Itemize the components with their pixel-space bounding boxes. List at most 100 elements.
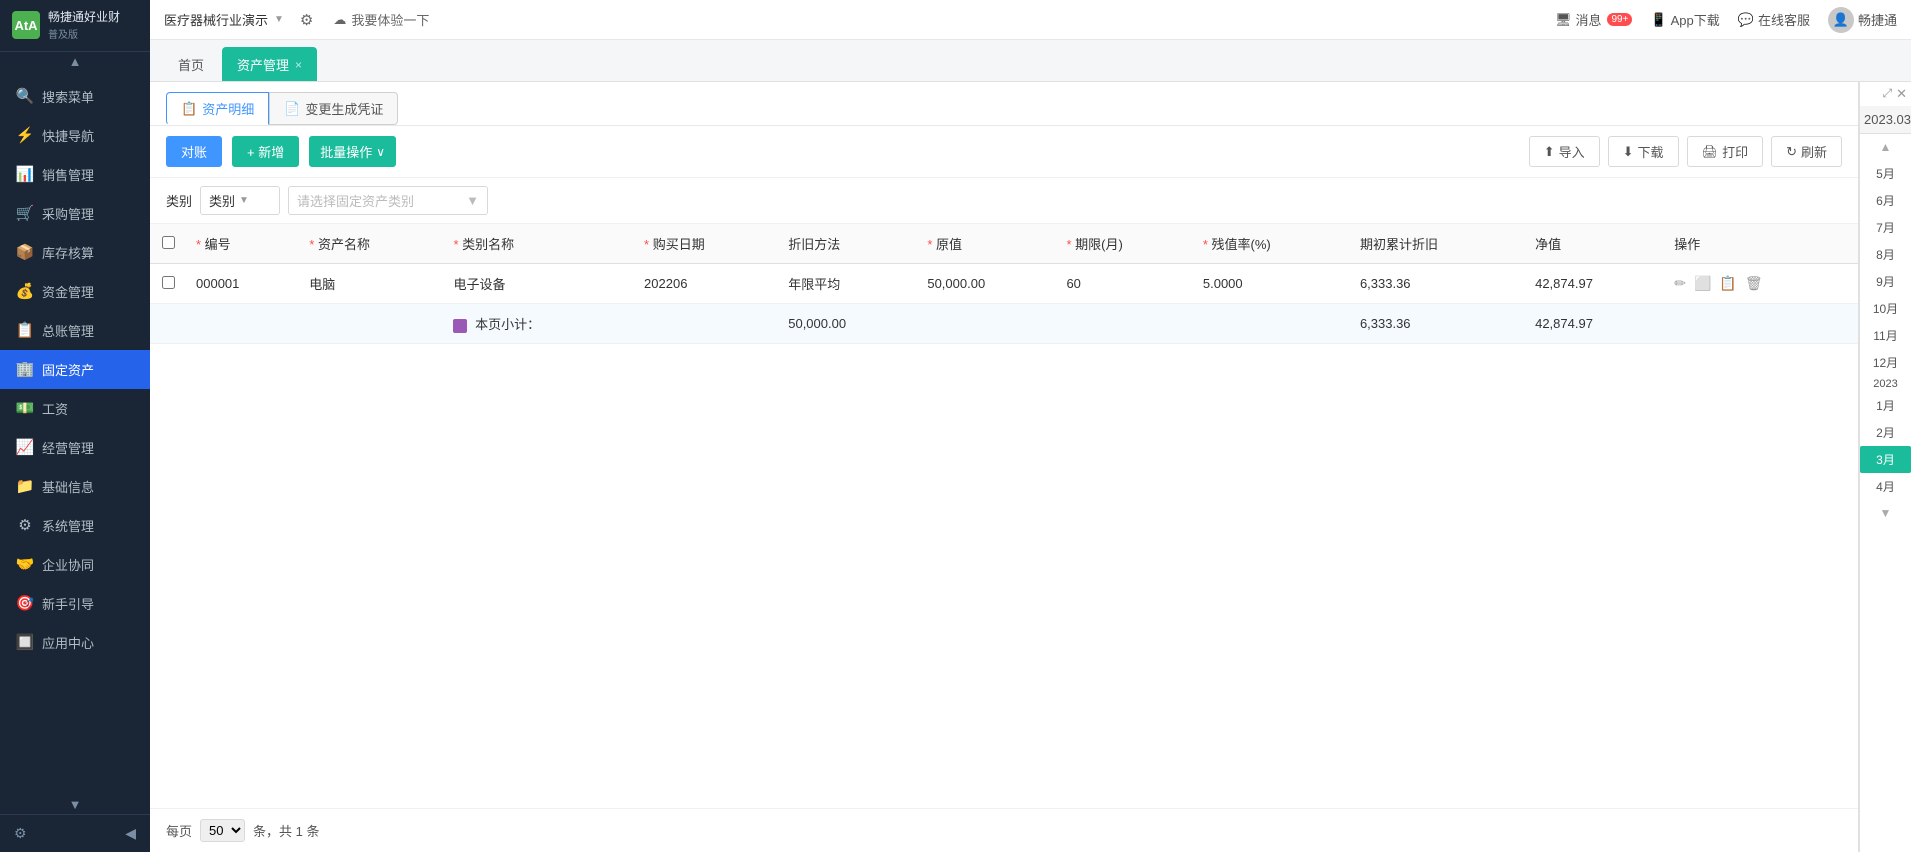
category-type-select[interactable]: 类别 ▼ (200, 186, 280, 215)
calendar-down-arrow[interactable]: ▼ (1880, 504, 1892, 522)
month-5[interactable]: 5月 (1860, 160, 1911, 187)
print-button[interactable]: 🖨 打印 (1687, 136, 1764, 167)
sidebar-item-collaboration[interactable]: 🤝 企业协同 (0, 545, 150, 584)
delete-icon[interactable]: 🗑 (1745, 275, 1763, 292)
content-area: 📋 资产明细 📄 变更生成凭证 对账 + 新增 批量操作 ∨ (150, 82, 1911, 852)
reconcile-button[interactable]: 对账 (166, 136, 222, 167)
online-service-btn[interactable]: 💬 在线客服 (1738, 10, 1810, 29)
sidebar-item-finance[interactable]: 💰 资金管理 (0, 272, 150, 311)
sub-tabs: 📋 资产明细 📄 变更生成凭证 (150, 82, 1858, 126)
avatar-icon: 👤 (1833, 12, 1849, 28)
sidebar-item-purchase[interactable]: 🛒 采购管理 (0, 194, 150, 233)
download-label: 下载 (1638, 142, 1664, 161)
month-7[interactable]: 7月 (1860, 214, 1911, 241)
new-label: + 新增 (247, 142, 284, 161)
sidebar-item-label: 总账管理 (42, 321, 94, 340)
collaboration-icon: 🤝 (16, 555, 34, 573)
username-label: 畅捷通 (1858, 10, 1897, 29)
sidebar-item-system[interactable]: ⚙ 系统管理 (0, 506, 150, 545)
app-download-label: App下载 (1671, 10, 1720, 29)
company-selector[interactable]: 医疗器械行业演示 ▼ (164, 10, 284, 29)
topbar: 医疗器械行业演示 ▼ ⚙ ☁ 我要体验一下 🖥 消息 99+ 📱 App下载 💬… (150, 0, 1911, 40)
sidebar-item-label: 企业协同 (42, 555, 94, 574)
refresh-button[interactable]: ↻ 刷新 (1771, 136, 1842, 167)
month-6[interactable]: 6月 (1860, 187, 1911, 214)
panel-close-button[interactable]: ✕ (1896, 86, 1907, 102)
table-row: 000001 电脑 电子设备 202206 年限平均 50,000.00 60 … (150, 264, 1858, 304)
sidebar-item-salary[interactable]: 💵 工资 (0, 389, 150, 428)
panel-expand-button[interactable]: ⤢ (1882, 86, 1892, 102)
row-checkbox-cell[interactable] (150, 264, 186, 304)
sidebar-item-label: 搜索菜单 (42, 87, 94, 106)
sidebar-item-app-center[interactable]: 🔲 应用中心 (0, 623, 150, 662)
sub-tab-asset-list-label: 资产明细 (202, 99, 254, 118)
col-accumulated-depreciation: 期初累计折旧 (1350, 224, 1525, 264)
app-download-btn[interactable]: 📱 App下载 (1650, 10, 1719, 29)
download-button[interactable]: ⬇ 下载 (1608, 136, 1679, 167)
tab-home[interactable]: 首页 (164, 47, 218, 81)
edit-icon[interactable]: ✏ (1674, 275, 1686, 292)
settings-gear-icon[interactable]: ⚙ (300, 11, 313, 29)
select-all-checkbox[interactable] (162, 236, 175, 249)
cell-accumulated-depreciation: 6,333.36 (1350, 264, 1525, 304)
sidebar-item-quicknav[interactable]: ⚡ 快捷导航 (0, 116, 150, 155)
action-icons: ✏ ⬜ 📋 🗑 (1674, 275, 1848, 292)
month-4[interactable]: 4月 (1860, 473, 1911, 500)
user-profile-btn[interactable]: 👤 畅捷通 (1828, 7, 1897, 33)
sales-icon: 📊 (16, 165, 34, 183)
sidebar-item-fixed-assets[interactable]: 🏢 固定资产 (0, 350, 150, 389)
sidebar-item-search[interactable]: 🔍 搜索菜单 (0, 77, 150, 116)
row-checkbox[interactable] (162, 276, 175, 289)
month-1[interactable]: 1月 (1860, 392, 1911, 419)
sidebar-nav: 🔍 搜索菜单 ⚡ 快捷导航 📊 销售管理 🛒 采购管理 📦 库存核算 💰 资金管… (0, 71, 150, 795)
month-8[interactable]: 8月 (1860, 241, 1911, 268)
export-button[interactable]: ⬆ 导入 (1529, 136, 1600, 167)
col-depreciation-method: 折旧方法 (778, 224, 917, 264)
operations-icon: 📈 (16, 438, 34, 456)
month-11[interactable]: 11月 (1860, 322, 1911, 349)
cell-net-value: 42,874.97 (1525, 264, 1664, 304)
sidebar-item-label: 快捷导航 (42, 126, 94, 145)
new-button[interactable]: + 新增 (232, 136, 299, 167)
sidebar-item-sales[interactable]: 📊 销售管理 (0, 155, 150, 194)
purchase-icon: 🛒 (16, 204, 34, 222)
select-all-header[interactable] (150, 224, 186, 264)
sub-tab-generate-voucher[interactable]: 📄 变更生成凭证 (269, 92, 398, 125)
list-icon: 📋 (181, 101, 197, 117)
experience-label: 我要体验一下 (351, 10, 429, 29)
sidebar-scroll-down[interactable]: ▼ (0, 795, 150, 814)
duplicate-icon[interactable]: 📋 (1719, 275, 1736, 292)
sidebar-item-inventory[interactable]: 📦 库存核算 (0, 233, 150, 272)
guide-icon: 🎯 (16, 594, 34, 612)
calendar-header: 2023.03 (1860, 106, 1911, 134)
per-page-select[interactable]: 50 (200, 819, 245, 842)
tab-asset-management[interactable]: 资产管理 × (222, 47, 317, 81)
batch-ops-button[interactable]: 批量操作 ∨ (309, 136, 396, 167)
sub-tab-asset-list[interactable]: 📋 资产明细 (166, 92, 269, 125)
sidebar-item-basic-info[interactable]: 📁 基础信息 (0, 467, 150, 506)
settings-icon[interactable]: ⚙ (14, 825, 27, 842)
sidebar-logo: AtA 畅捷通好业财 普及版 (0, 0, 150, 52)
month-2[interactable]: 2月 (1860, 419, 1911, 446)
category-main-select[interactable]: 请选择固定资产类别 ▼ (288, 186, 488, 215)
messages-btn[interactable]: 🖥 消息 99+ (1555, 10, 1633, 29)
experience-btn[interactable]: ☁ 我要体验一下 (333, 10, 429, 29)
calendar-up-arrow[interactable]: ▲ (1880, 138, 1892, 156)
sidebar-item-label: 经营管理 (42, 438, 94, 457)
month-10[interactable]: 10月 (1860, 295, 1911, 322)
col-id: 编号 (186, 224, 299, 264)
sidebar-scroll-up[interactable]: ▲ (0, 52, 150, 71)
month-12[interactable]: 12月 (1860, 349, 1911, 376)
collapse-icon[interactable]: ◀ (125, 825, 136, 842)
right-panel: ⤢ ✕ 2023.03 ▲ 5月 6月 7月 8月 9月 10月 11月 12月… (1859, 82, 1911, 852)
sidebar-item-ledger[interactable]: 📋 总账管理 (0, 311, 150, 350)
logo-text-block: 畅捷通好业财 普及版 (48, 10, 120, 41)
sidebar-item-operations[interactable]: 📈 经营管理 (0, 428, 150, 467)
tab-close-icon[interactable]: × (295, 58, 302, 72)
sidebar-item-guide[interactable]: 🎯 新手引导 (0, 584, 150, 623)
sidebar-item-label: 基础信息 (42, 477, 94, 496)
month-9[interactable]: 9月 (1860, 268, 1911, 295)
copy-icon[interactable]: ⬜ (1694, 275, 1711, 292)
table-wrap: 编号 资产名称 类别名称 购买日期 折旧方法 原值 期限(月) 残值率(%) 期… (150, 224, 1858, 808)
month-3-active[interactable]: 3月 (1860, 446, 1911, 473)
